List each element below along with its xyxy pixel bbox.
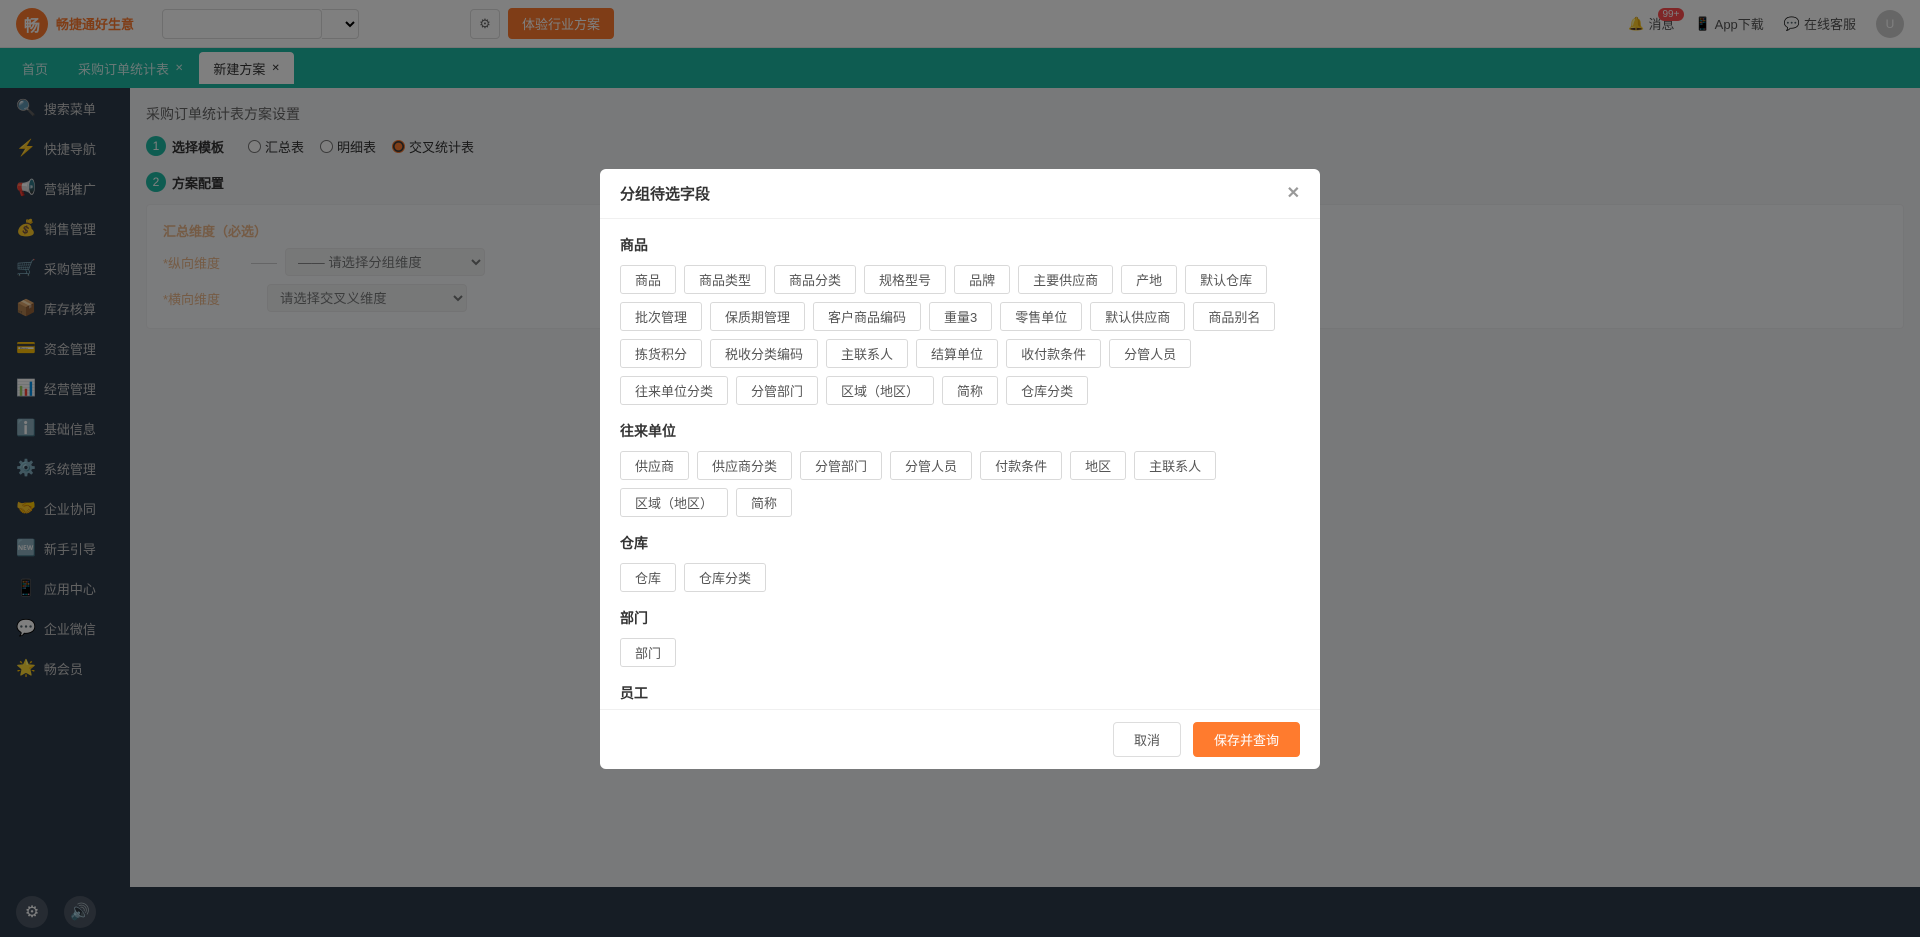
field-tag-0-5[interactable]: 主要供应商 [1018,265,1113,294]
section-title-1: 往来单位 [620,421,1300,441]
field-tag-0-12[interactable]: 零售单位 [1000,302,1082,331]
section-title-4: 员工 [620,683,1300,703]
field-tag-0-13[interactable]: 默认供应商 [1090,302,1185,331]
field-tag-0-16[interactable]: 税收分类编码 [710,339,818,368]
field-tag-1-7[interactable]: 区域（地区） [620,488,728,517]
modal-title: 分组待选字段 [620,183,710,204]
field-tag-2-1[interactable]: 仓库分类 [684,563,766,592]
section-title-2: 仓库 [620,533,1300,553]
field-tag-1-8[interactable]: 简称 [736,488,792,517]
field-tag-0-10[interactable]: 客户商品编码 [813,302,921,331]
field-tag-1-0[interactable]: 供应商 [620,451,689,480]
field-tag-0-20[interactable]: 分管人员 [1109,339,1191,368]
field-tag-0-14[interactable]: 商品别名 [1193,302,1275,331]
field-tag-0-23[interactable]: 区域（地区） [826,376,934,405]
field-tag-0-4[interactable]: 品牌 [954,265,1010,294]
field-tag-0-15[interactable]: 拣货积分 [620,339,702,368]
modal-footer: 取消 保存并查询 [600,709,1320,769]
field-tags-3: 部门 [620,638,1300,667]
field-tag-1-4[interactable]: 付款条件 [980,451,1062,480]
field-tag-0-3[interactable]: 规格型号 [864,265,946,294]
field-tag-0-1[interactable]: 商品类型 [684,265,766,294]
field-tag-0-25[interactable]: 仓库分类 [1006,376,1088,405]
confirm-button[interactable]: 保存并查询 [1193,722,1300,757]
field-tag-0-2[interactable]: 商品分类 [774,265,856,294]
modal-dialog: 分组待选字段 ✕ 商品商品商品类型商品分类规格型号品牌主要供应商产地默认仓库批次… [600,169,1320,769]
field-tag-1-6[interactable]: 主联系人 [1134,451,1216,480]
field-tag-1-3[interactable]: 分管人员 [890,451,972,480]
field-tag-1-5[interactable]: 地区 [1070,451,1126,480]
field-tag-3-0[interactable]: 部门 [620,638,676,667]
field-tag-0-19[interactable]: 收付款条件 [1006,339,1101,368]
modal-header: 分组待选字段 ✕ [600,169,1320,219]
field-tag-0-9[interactable]: 保质期管理 [710,302,805,331]
field-tag-0-24[interactable]: 简称 [942,376,998,405]
modal-overlay: 分组待选字段 ✕ 商品商品商品类型商品分类规格型号品牌主要供应商产地默认仓库批次… [0,0,1920,937]
field-tag-0-22[interactable]: 分管部门 [736,376,818,405]
modal-close-button[interactable]: ✕ [1287,183,1300,203]
field-tag-0-11[interactable]: 重量3 [929,302,992,331]
field-tag-0-18[interactable]: 结算单位 [916,339,998,368]
field-tag-0-0[interactable]: 商品 [620,265,676,294]
section-title-3: 部门 [620,608,1300,628]
field-tag-1-1[interactable]: 供应商分类 [697,451,792,480]
field-tag-0-21[interactable]: 往来单位分类 [620,376,728,405]
modal-body: 商品商品商品类型商品分类规格型号品牌主要供应商产地默认仓库批次管理保质期管理客户… [600,219,1320,709]
field-tag-2-0[interactable]: 仓库 [620,563,676,592]
field-tags-1: 供应商供应商分类分管部门分管人员付款条件地区主联系人区域（地区） 简称 [620,451,1300,517]
field-tag-0-17[interactable]: 主联系人 [826,339,908,368]
section-title-0: 商品 [620,235,1300,255]
field-tags-2: 仓库仓库分类 [620,563,1300,592]
field-tag-0-8[interactable]: 批次管理 [620,302,702,331]
field-tag-0-7[interactable]: 默认仓库 [1185,265,1267,294]
cancel-button[interactable]: 取消 [1113,722,1181,757]
field-tags-0: 商品商品类型商品分类规格型号品牌主要供应商产地默认仓库批次管理保质期管理客户商品… [620,265,1300,405]
field-tag-0-6[interactable]: 产地 [1121,265,1177,294]
field-tag-1-2[interactable]: 分管部门 [800,451,882,480]
